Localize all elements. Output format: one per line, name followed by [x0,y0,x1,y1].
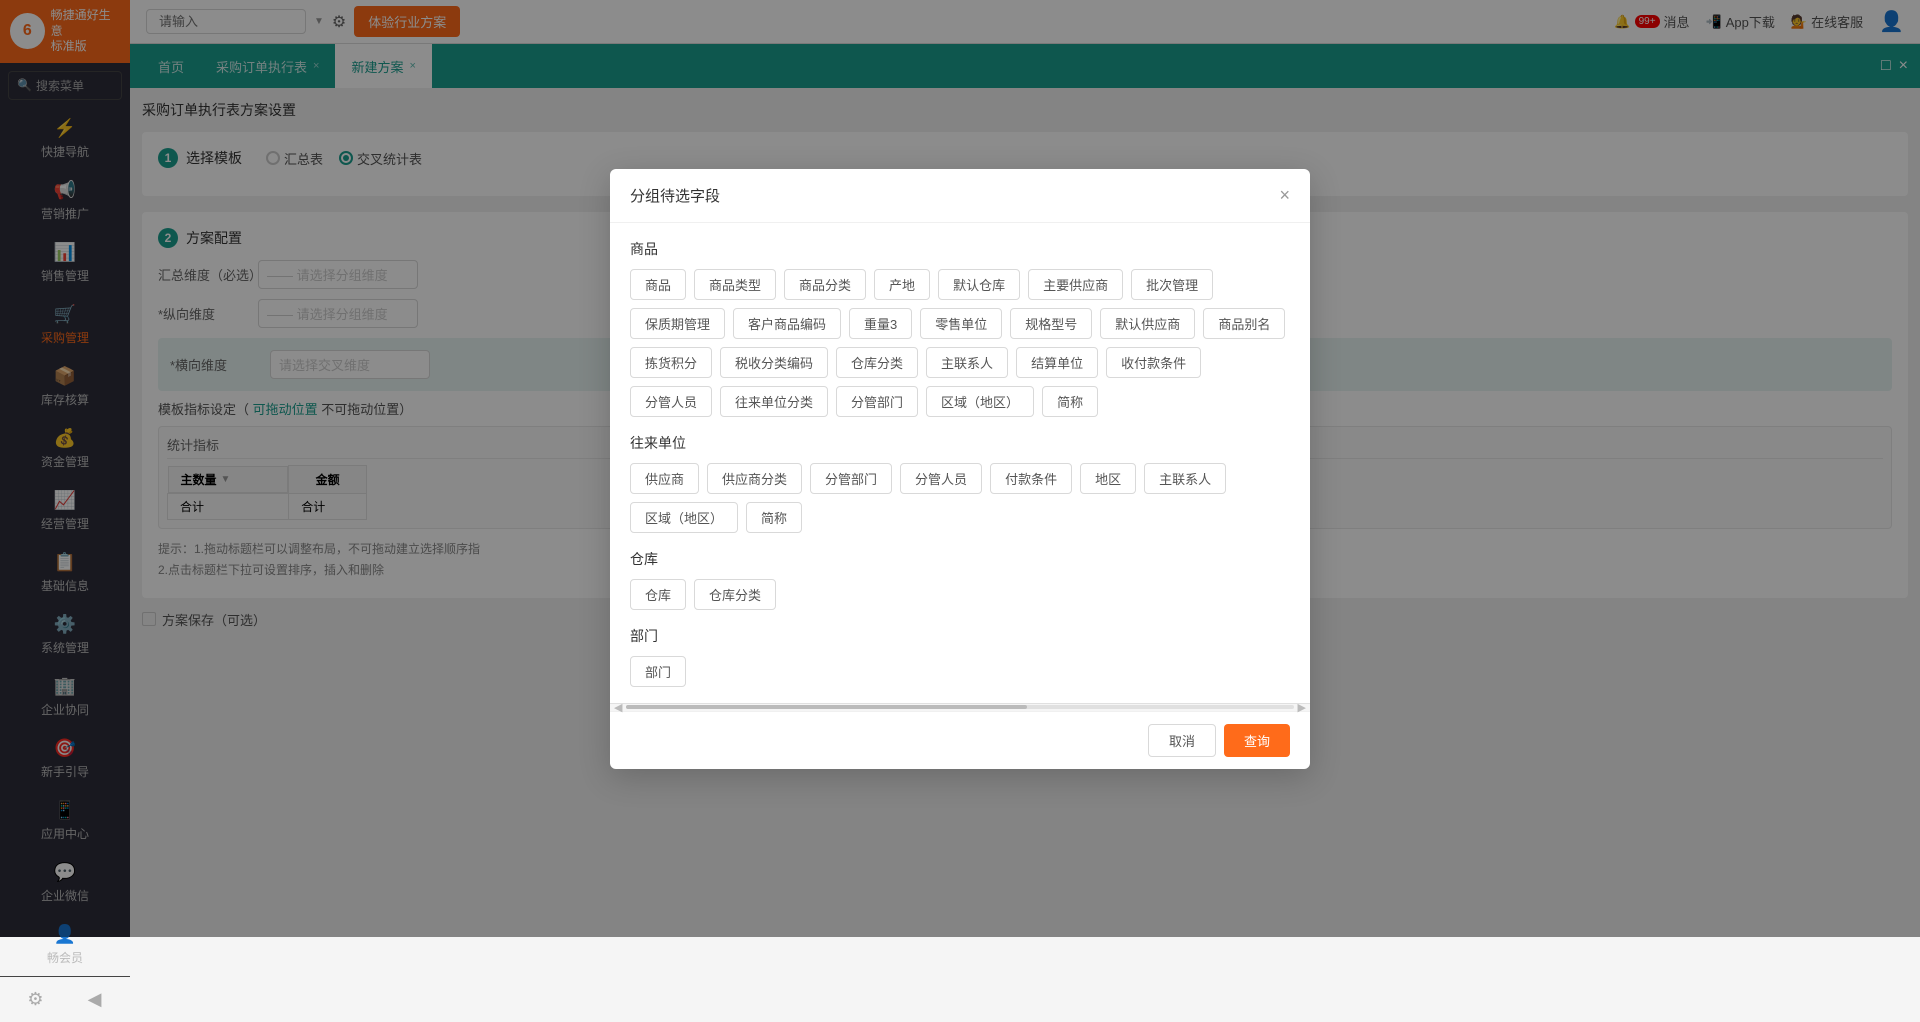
modal-close-button[interactable]: × [1279,186,1290,204]
field-tag-product-9[interactable]: 重量3 [849,308,912,339]
field-tag-partner-0[interactable]: 供应商 [630,463,699,494]
field-tag-product-21[interactable]: 往来单位分类 [720,386,828,417]
field-tag-product-17[interactable]: 主联系人 [926,347,1008,378]
field-tag-product-6[interactable]: 批次管理 [1131,269,1213,300]
modal-title: 分组待选字段 [630,185,720,206]
field-tag-product-10[interactable]: 零售单位 [920,308,1002,339]
field-tag-product-7[interactable]: 保质期管理 [630,308,725,339]
field-tag-product-0[interactable]: 商品 [630,269,686,300]
field-tag-product-18[interactable]: 结算单位 [1016,347,1098,378]
section-product-tags: 商品 商品类型 商品分类 产地 默认仓库 主要供应商 批次管理 保质期管理 客户… [630,269,1290,417]
field-tag-product-3[interactable]: 产地 [874,269,930,300]
modal-header: 分组待选字段 × [610,169,1310,223]
field-tag-partner-2[interactable]: 分管部门 [810,463,892,494]
hscroll-track [626,705,1293,709]
field-tag-partner-8[interactable]: 简称 [746,502,802,533]
field-tag-partner-5[interactable]: 地区 [1080,463,1136,494]
sidebar-bottom: ⚙ ◀ [0,976,130,1022]
section-partner-tags: 供应商 供应商分类 分管部门 分管人员 付款条件 地区 主联系人 区域（地区） … [630,463,1290,533]
field-tag-product-2[interactable]: 商品分类 [784,269,866,300]
field-tag-partner-1[interactable]: 供应商分类 [707,463,802,494]
field-tag-product-16[interactable]: 仓库分类 [836,347,918,378]
modal-body[interactable]: 商品 商品 商品类型 商品分类 产地 默认仓库 主要供应商 批次管理 保质期管理… [610,223,1310,703]
field-tag-partner-6[interactable]: 主联系人 [1144,463,1226,494]
confirm-button[interactable]: 查询 [1224,724,1290,757]
collapse-sidebar-button[interactable]: ◀ [67,985,122,1014]
hscroll-right-arrow[interactable]: ▶ [1294,701,1306,714]
field-tag-product-23[interactable]: 区域（地区） [926,386,1034,417]
section-warehouse-tags: 仓库 仓库分类 [630,579,1290,610]
field-tag-product-5[interactable]: 主要供应商 [1028,269,1123,300]
field-tag-partner-4[interactable]: 付款条件 [990,463,1072,494]
field-tag-product-15[interactable]: 税收分类编码 [720,347,828,378]
hscroll-thumb[interactable] [626,705,1026,709]
field-tag-product-20[interactable]: 分管人员 [630,386,712,417]
sidebar-item-label: 畅会员 [47,949,83,966]
field-tag-product-24[interactable]: 简称 [1042,386,1098,417]
field-tag-product-4[interactable]: 默认仓库 [938,269,1020,300]
section-product-title: 商品 [630,239,1290,259]
field-select-modal: 分组待选字段 × 商品 商品 商品类型 商品分类 产地 默认仓库 主要供应商 批… [610,169,1310,769]
field-tag-product-12[interactable]: 默认供应商 [1100,308,1195,339]
section-department: 部门 部门 [630,626,1290,687]
modal-horizontal-scrollbar[interactable]: ◀ ▶ [610,703,1310,711]
settings-button[interactable]: ⚙ [8,985,63,1014]
field-tag-partner-3[interactable]: 分管人员 [900,463,982,494]
field-tag-product-22[interactable]: 分管部门 [836,386,918,417]
section-warehouse-title: 仓库 [630,549,1290,569]
section-product: 商品 商品 商品类型 商品分类 产地 默认仓库 主要供应商 批次管理 保质期管理… [630,239,1290,417]
field-tag-warehouse-1[interactable]: 仓库分类 [694,579,776,610]
modal-footer: 取消 查询 [610,711,1310,769]
field-tag-product-13[interactable]: 商品别名 [1203,308,1285,339]
field-tag-product-8[interactable]: 客户商品编码 [733,308,841,339]
field-tag-product-14[interactable]: 拣货积分 [630,347,712,378]
section-partner-title: 往来单位 [630,433,1290,453]
section-warehouse: 仓库 仓库 仓库分类 [630,549,1290,610]
cancel-button[interactable]: 取消 [1148,724,1216,757]
field-tag-partner-7[interactable]: 区域（地区） [630,502,738,533]
hscroll-left-arrow[interactable]: ◀ [614,701,626,714]
field-tag-department-0[interactable]: 部门 [630,656,686,687]
field-tag-product-11[interactable]: 规格型号 [1010,308,1092,339]
field-tag-product-1[interactable]: 商品类型 [694,269,776,300]
section-department-title: 部门 [630,626,1290,646]
section-partner: 往来单位 供应商 供应商分类 分管部门 分管人员 付款条件 地区 主联系人 区域… [630,433,1290,533]
field-tag-product-19[interactable]: 收付款条件 [1106,347,1201,378]
field-tag-warehouse-0[interactable]: 仓库 [630,579,686,610]
section-department-tags: 部门 [630,656,1290,687]
